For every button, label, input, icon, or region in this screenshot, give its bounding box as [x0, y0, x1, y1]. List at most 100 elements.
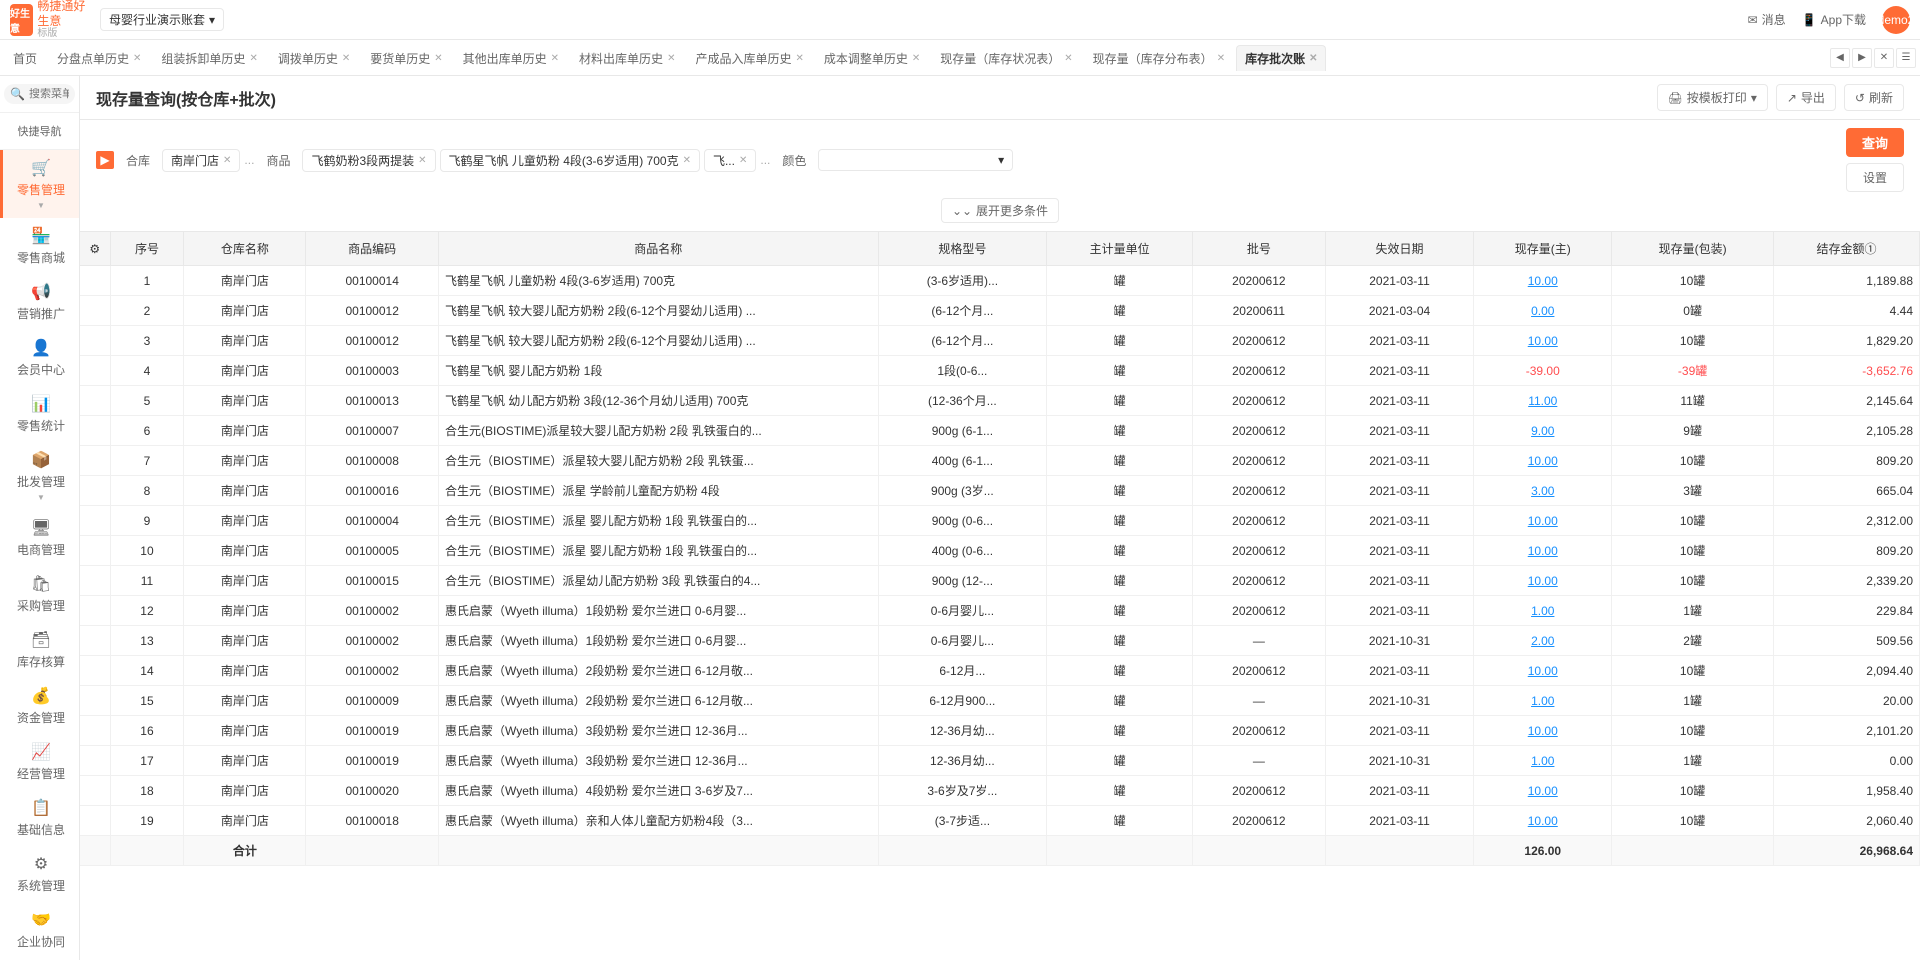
table-row: 14 南岸门店 00100002 惠氏启蒙（Wyeth illuma）2段奶粉 … [80, 656, 1920, 686]
tab-other-outbound[interactable]: 其他出库单历史✕ [454, 45, 568, 71]
cell-unit: 罐 [1047, 776, 1193, 806]
tab-requisition[interactable]: 要货单历史✕ [361, 45, 451, 71]
cell-amount: 20.00 [1774, 686, 1920, 716]
tab-batch-account[interactable]: 库存批次账✕ [1236, 45, 1326, 71]
cell-stock-main[interactable]: 10.00 [1474, 506, 1612, 536]
remove-icon[interactable]: ✕ [223, 155, 231, 166]
tab-stock-distribution[interactable]: 现存量（库存分布表）✕ [1084, 45, 1234, 71]
cell-stock-main[interactable]: 3.00 [1474, 476, 1612, 506]
nav-next-btn[interactable]: ▶ [1852, 48, 1872, 68]
expand-arrow-btn[interactable]: ▶ [96, 151, 114, 169]
cell-stock-main[interactable]: 10.00 [1474, 536, 1612, 566]
avatar[interactable]: demo2 [1882, 6, 1910, 34]
product-tag-1[interactable]: 飞鹤奶粉3段两提装 ✕ [302, 149, 435, 172]
close-icon[interactable]: ✕ [1064, 53, 1072, 64]
template-print-button[interactable]: 🖨 按模板打印 ▾ [1657, 84, 1768, 111]
cell-stock-pkg: 1罐 [1612, 686, 1774, 716]
cell-stock-main[interactable]: 1.00 [1474, 746, 1612, 776]
sidebar-item-retail-mall[interactable]: 🏪 零售商城 [0, 218, 79, 274]
close-icon[interactable]: ✕ [133, 53, 141, 64]
sidebar-item-operations[interactable]: 📈 经营管理 [0, 734, 79, 790]
remove-icon[interactable]: ✕ [418, 155, 426, 166]
th-settings[interactable]: ⚙ [80, 232, 110, 266]
cell-stock-main[interactable]: 10.00 [1474, 656, 1612, 686]
tab-material-outbound[interactable]: 材料出库单历史✕ [570, 45, 684, 71]
cell-product-name: 飞鹤星飞帆 儿童奶粉 4段(3-6岁适用) 700克 [439, 266, 879, 296]
sidebar-item-label: 零售管理 [17, 181, 65, 198]
sidebar-item-label: 会员中心 [17, 361, 65, 378]
sidebar-item-membership[interactable]: 👤 会员中心 [0, 330, 79, 386]
color-dropdown[interactable]: ▾ [818, 149, 1013, 171]
cell-warehouse: 南岸门店 [184, 776, 306, 806]
cell-stock-main[interactable]: 11.00 [1474, 386, 1612, 416]
cell-stock-main[interactable]: 10.00 [1474, 806, 1612, 836]
sidebar-item-retail-stats[interactable]: 📊 零售统计 [0, 386, 79, 442]
sidebar-search-input[interactable] [29, 88, 69, 100]
close-icon[interactable]: ✕ [1217, 53, 1225, 64]
cell-stock-main[interactable]: 10.00 [1474, 566, 1612, 596]
cell-unit: 罐 [1047, 686, 1193, 716]
cell-stock-main[interactable]: 9.00 [1474, 416, 1612, 446]
product-tag-2[interactable]: 飞鹤星飞帆 儿童奶粉 4段(3-6岁适用) 700克 ✕ [440, 149, 700, 172]
close-icon[interactable]: ✕ [342, 53, 350, 64]
expand-more-btn[interactable]: ⌄⌄ 展开更多条件 [941, 198, 1059, 223]
cell-expiry: 2021-10-31 [1325, 626, 1474, 656]
sidebar-item-purchase[interactable]: 🛍 采购管理 [0, 566, 79, 622]
close-icon[interactable]: ✕ [795, 53, 803, 64]
sidebar-item-marketing[interactable]: 📢 营销推广 [0, 274, 79, 330]
tab-assembly[interactable]: 组装拆卸单历史✕ [152, 45, 266, 71]
nav-close-btn[interactable]: ✕ [1874, 48, 1894, 68]
product-filter-more-dots[interactable]: ... [760, 153, 770, 167]
close-icon[interactable]: ✕ [434, 53, 442, 64]
sidebar-item-cooperation[interactable]: 🤝 企业协同 [0, 902, 79, 958]
cell-stock-main[interactable]: 10.00 [1474, 326, 1612, 356]
close-icon[interactable]: ✕ [249, 53, 257, 64]
sidebar-item-ecommerce[interactable]: 🖥 电商管理 [0, 510, 79, 566]
sidebar-item-finance[interactable]: 💰 资金管理 [0, 678, 79, 734]
tab-transfer[interactable]: 调拨单历史✕ [269, 45, 359, 71]
nav-prev-btn[interactable]: ◀ [1830, 48, 1850, 68]
th-stock-main: 现存量(主) [1474, 232, 1612, 266]
warehouse-tag[interactable]: 南岸门店 ✕ [162, 149, 240, 172]
close-icon[interactable]: ✕ [1309, 53, 1317, 64]
app-download-button[interactable]: 📱 App下载 [1802, 11, 1866, 28]
cell-stock-main[interactable]: 1.00 [1474, 596, 1612, 626]
product-tag-3[interactable]: 飞... ✕ [704, 149, 756, 172]
remove-icon[interactable]: ✕ [683, 155, 691, 166]
sidebar-search-box[interactable]: 🔍 [4, 84, 75, 104]
cell-warehouse: 南岸门店 [184, 746, 306, 776]
cell-settings [80, 476, 110, 506]
tab-cost-adjust[interactable]: 成本调整单历史✕ [815, 45, 929, 71]
sidebar-item-inventory[interactable]: 🗃 库存核算 [0, 622, 79, 678]
remove-icon[interactable]: ✕ [739, 155, 747, 166]
tab-stock-status[interactable]: 现存量（库存状况表）✕ [931, 45, 1081, 71]
cell-stock-main[interactable]: 10.00 [1474, 776, 1612, 806]
sidebar-item-system[interactable]: ⚙ 系统管理 [0, 846, 79, 902]
close-icon[interactable]: ✕ [912, 53, 920, 64]
message-button[interactable]: ✉ 消息 [1748, 11, 1786, 28]
export-button[interactable]: ↗ 导出 [1776, 84, 1836, 111]
query-button[interactable]: 查询 [1846, 128, 1904, 157]
cell-stock-main[interactable]: 1.00 [1474, 686, 1612, 716]
refresh-button[interactable]: ↺ 刷新 [1844, 84, 1904, 111]
sidebar-item-wholesale[interactable]: 📦 批发管理 ▼ [0, 442, 79, 510]
sidebar-item-retail-management[interactable]: 🛒 零售管理 ▼ [0, 150, 79, 218]
cell-stock-main[interactable]: 10.00 [1474, 716, 1612, 746]
tab-split-inventory[interactable]: 分盘点单历史✕ [48, 45, 150, 71]
industry-selector[interactable]: 母婴行业演示账套 ▾ [100, 8, 224, 31]
cell-stock-main[interactable]: 2.00 [1474, 626, 1612, 656]
tab-home[interactable]: 首页 [4, 45, 46, 71]
sidebar-quick-nav-label[interactable]: 快捷导航 [0, 117, 79, 145]
filter-more-dots[interactable]: ... [244, 153, 254, 167]
cell-amount: 2,105.28 [1774, 416, 1920, 446]
close-icon[interactable]: ✕ [551, 53, 559, 64]
sidebar-item-basic-info[interactable]: 📋 基础信息 [0, 790, 79, 846]
close-icon[interactable]: ✕ [667, 53, 675, 64]
cell-stock-main[interactable]: 10.00 [1474, 446, 1612, 476]
settings-button[interactable]: 设置 [1846, 163, 1904, 192]
nav-menu-btn[interactable]: ☰ [1896, 48, 1916, 68]
cell-stock-main[interactable]: 0.00 [1474, 296, 1612, 326]
product-tag3-text: 飞... [713, 152, 735, 169]
cell-stock-main[interactable]: 10.00 [1474, 266, 1612, 296]
tab-product-inbound[interactable]: 产成品入库单历史✕ [686, 45, 812, 71]
